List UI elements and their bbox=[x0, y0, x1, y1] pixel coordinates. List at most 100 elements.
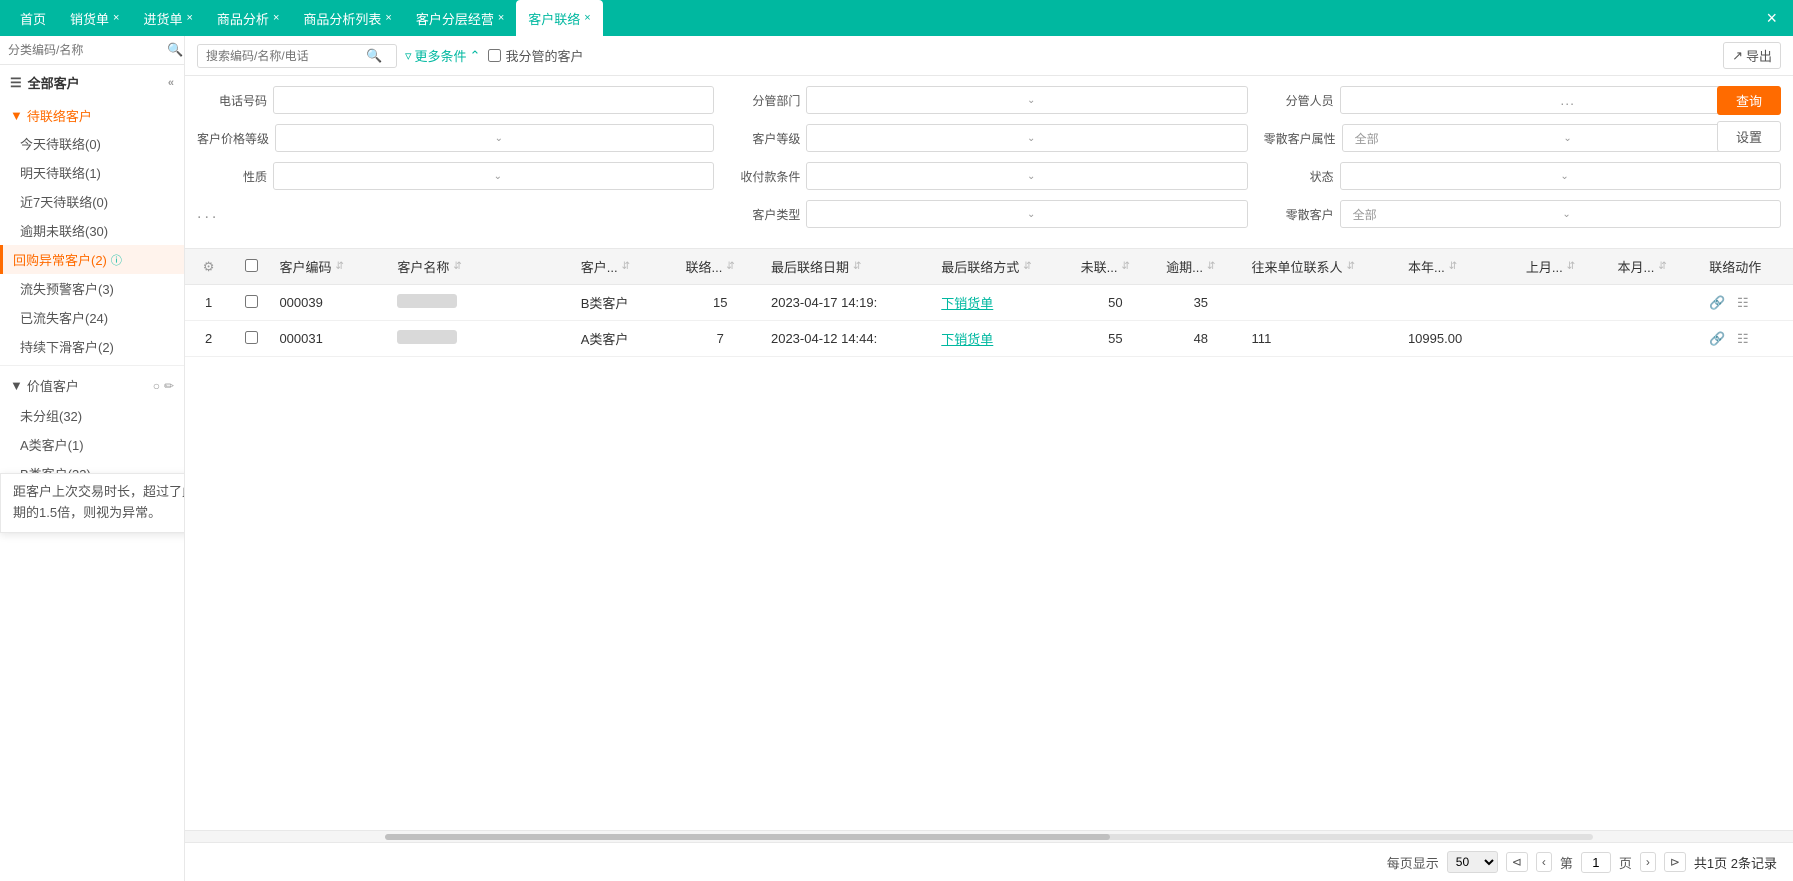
sidebar-item-declining[interactable]: 持续下滑客户(2) bbox=[0, 332, 184, 361]
sidebar-search-input[interactable] bbox=[8, 43, 163, 57]
nav-product-list-close[interactable]: × bbox=[385, 12, 391, 24]
filter-payment-select[interactable]: ⌄ bbox=[806, 162, 1247, 190]
row1-link-icon[interactable]: 🔗 bbox=[1709, 295, 1725, 310]
row2-link-icon[interactable]: 🔗 bbox=[1709, 331, 1725, 346]
filter-bar: 🔍 ▿ 更多条件 ⌃ 我分管的客户 ↗ 导出 bbox=[185, 36, 1793, 76]
nav-customer-segment[interactable]: 客户分层经营 × bbox=[404, 0, 516, 36]
settings-icon[interactable]: ⚙ bbox=[203, 259, 215, 274]
total-records: 共1页 2条记录 bbox=[1694, 853, 1777, 872]
filter-search-icon[interactable]: 🔍 bbox=[366, 48, 382, 64]
row1-grid-icon[interactable]: ☷ bbox=[1737, 295, 1749, 310]
per-page-select[interactable]: 50 20 100 bbox=[1447, 851, 1498, 873]
col-header-check[interactable] bbox=[232, 249, 271, 285]
price-level-arrow-icon: ⌄ bbox=[495, 133, 706, 144]
filter-btn-group: 查询 设置 bbox=[1717, 86, 1781, 152]
col-header-settings[interactable]: ⚙ bbox=[185, 249, 232, 285]
sidebar-item-unclassified[interactable]: 未分组(32) bbox=[0, 401, 184, 430]
code-sort-icon[interactable]: ⇵ bbox=[335, 261, 343, 272]
last-month-sort-icon[interactable]: ⇵ bbox=[1567, 261, 1575, 272]
name-sort-icon[interactable]: ⇵ bbox=[453, 261, 461, 272]
row1-this-year bbox=[1400, 285, 1518, 321]
filter-phone-label: 电话号码 bbox=[197, 92, 267, 109]
sidebar-circle-icon[interactable]: ○ bbox=[153, 379, 160, 393]
repurchase-info-icon[interactable]: ⓘ bbox=[111, 252, 122, 268]
set-button[interactable]: 设置 bbox=[1717, 121, 1781, 152]
filter-my-customer[interactable]: 我分管的客户 bbox=[488, 46, 583, 65]
sidebar-collapse-icon[interactable]: « bbox=[168, 77, 174, 89]
sidebar-search-icon[interactable]: 🔍 bbox=[167, 42, 183, 58]
contact-sort-icon[interactable]: ⇵ bbox=[726, 261, 734, 272]
filter-scatter-customer-select[interactable]: 全部 ⌄ bbox=[1340, 200, 1781, 228]
top-nav: 首页 销货单 × 进货单 × 商品分析 × 商品分析列表 × 客户分层经营 × … bbox=[0, 0, 1793, 36]
row2-check[interactable] bbox=[232, 321, 271, 357]
window-close-button[interactable]: × bbox=[1758, 8, 1785, 29]
sidebar-all-customers[interactable]: ☰ 全部客户 « bbox=[0, 65, 184, 100]
sidebar-item-churned[interactable]: 已流失客户(24) bbox=[0, 303, 184, 332]
overdue-sort-icon[interactable]: ⇵ bbox=[1207, 261, 1215, 272]
sidebar: 🔍 ☰ 全部客户 « ▼ 待联络客户 今天待联络(0) 明天待联络(1) 近7天… bbox=[0, 36, 185, 881]
page-suffix: 页 bbox=[1619, 853, 1632, 872]
row2-checkbox[interactable] bbox=[245, 331, 258, 344]
type-sort-icon[interactable]: ⇵ bbox=[622, 261, 630, 272]
my-customer-checkbox[interactable] bbox=[488, 49, 501, 62]
sidebar-item-7days[interactable]: 近7天待联络(0) bbox=[0, 187, 184, 216]
export-button[interactable]: ↗ 导出 bbox=[1723, 42, 1781, 69]
more-dots-btn[interactable]: ... bbox=[197, 205, 219, 223]
row1-checkbox[interactable] bbox=[245, 295, 258, 308]
nav-sales-close[interactable]: × bbox=[113, 12, 119, 24]
filter-price-level-select[interactable]: ⌄ bbox=[275, 124, 714, 152]
filter-customer-type-select[interactable]: ⌄ bbox=[806, 200, 1247, 228]
row2-partner: 111 bbox=[1244, 321, 1400, 357]
nav-sales[interactable]: 销货单 × bbox=[58, 0, 131, 36]
scroll-thumb[interactable] bbox=[385, 834, 1110, 840]
nav-product-list[interactable]: 商品分析列表 × bbox=[291, 0, 403, 36]
prev-page-btn[interactable]: ‹ bbox=[1536, 852, 1552, 872]
nav-product-analysis[interactable]: 商品分析 × bbox=[205, 0, 291, 36]
this-month-sort-icon[interactable]: ⇵ bbox=[1658, 261, 1666, 272]
filter-more-btn[interactable]: ▿ 更多条件 ⌃ bbox=[405, 46, 480, 65]
filter-scatter-attr: 零散客户属性 全部 ⌄ bbox=[1264, 124, 1781, 152]
sidebar-group-pending[interactable]: ▼ 待联络客户 bbox=[0, 100, 184, 129]
select-all-checkbox[interactable] bbox=[245, 259, 258, 272]
last-page-btn[interactable]: ⊳ bbox=[1664, 852, 1686, 872]
row2-grid-icon[interactable]: ☷ bbox=[1737, 331, 1749, 346]
last-date-sort-icon[interactable]: ⇵ bbox=[853, 261, 861, 272]
filter-manager-select[interactable]: ... bbox=[1340, 86, 1781, 114]
scatter-customer-arrow-icon: ⌄ bbox=[1562, 209, 1772, 220]
scroll-track[interactable] bbox=[385, 834, 1593, 840]
filter-status-select[interactable]: ⌄ bbox=[1340, 162, 1781, 190]
sidebar-item-repurchase-abnormal[interactable]: 回购异常客户(2) ⓘ bbox=[0, 245, 184, 274]
sidebar-edit-icon[interactable]: ✏ bbox=[164, 379, 174, 393]
first-page-btn[interactable]: ⊲ bbox=[1506, 852, 1528, 872]
filter-dept-select[interactable]: ⌄ bbox=[806, 86, 1247, 114]
phone-input-field[interactable] bbox=[282, 93, 705, 107]
nav-customer-segment-close[interactable]: × bbox=[498, 12, 504, 24]
next-page-btn[interactable]: › bbox=[1640, 852, 1656, 872]
horizontal-scrollbar[interactable] bbox=[185, 830, 1793, 842]
filter-phone-input[interactable] bbox=[273, 86, 714, 114]
uncontacted-sort-icon[interactable]: ⇵ bbox=[1121, 261, 1129, 272]
sidebar-item-class-a[interactable]: A类客户(1) bbox=[0, 430, 184, 459]
nav-customer-contact-close[interactable]: × bbox=[584, 12, 590, 24]
filter-scatter-attr-select[interactable]: 全部 ⌄ bbox=[1342, 124, 1781, 152]
sidebar-item-overdue-uncontacted[interactable]: 逾期未联络(30) bbox=[0, 216, 184, 245]
this-year-sort-icon[interactable]: ⇵ bbox=[1449, 261, 1457, 272]
last-method-sort-icon[interactable]: ⇵ bbox=[1023, 261, 1031, 272]
query-button[interactable]: 查询 bbox=[1717, 86, 1781, 115]
nav-home[interactable]: 首页 bbox=[8, 0, 58, 36]
filter-nature-select[interactable]: ⌄ bbox=[273, 162, 714, 190]
col-header-type: 客户... ⇵ bbox=[573, 249, 678, 285]
sidebar-item-today[interactable]: 今天待联络(0) bbox=[0, 129, 184, 158]
nav-purchase-close[interactable]: × bbox=[186, 12, 192, 24]
nav-purchase[interactable]: 进货单 × bbox=[131, 0, 204, 36]
sidebar-group-value[interactable]: ▼ 价值客户 ○ ✏ bbox=[0, 370, 184, 401]
nav-customer-contact[interactable]: 客户联络 × bbox=[516, 0, 602, 36]
sidebar-item-churn-warning[interactable]: 流失预警客户(3) bbox=[0, 274, 184, 303]
sidebar-item-tomorrow[interactable]: 明天待联络(1) bbox=[0, 158, 184, 187]
page-input[interactable] bbox=[1581, 852, 1611, 873]
partner-sort-icon[interactable]: ⇵ bbox=[1347, 261, 1355, 272]
nav-product-analysis-close[interactable]: × bbox=[273, 12, 279, 24]
row1-check[interactable] bbox=[232, 285, 271, 321]
filter-customer-level-select[interactable]: ⌄ bbox=[806, 124, 1247, 152]
filter-search-input[interactable] bbox=[206, 49, 366, 63]
